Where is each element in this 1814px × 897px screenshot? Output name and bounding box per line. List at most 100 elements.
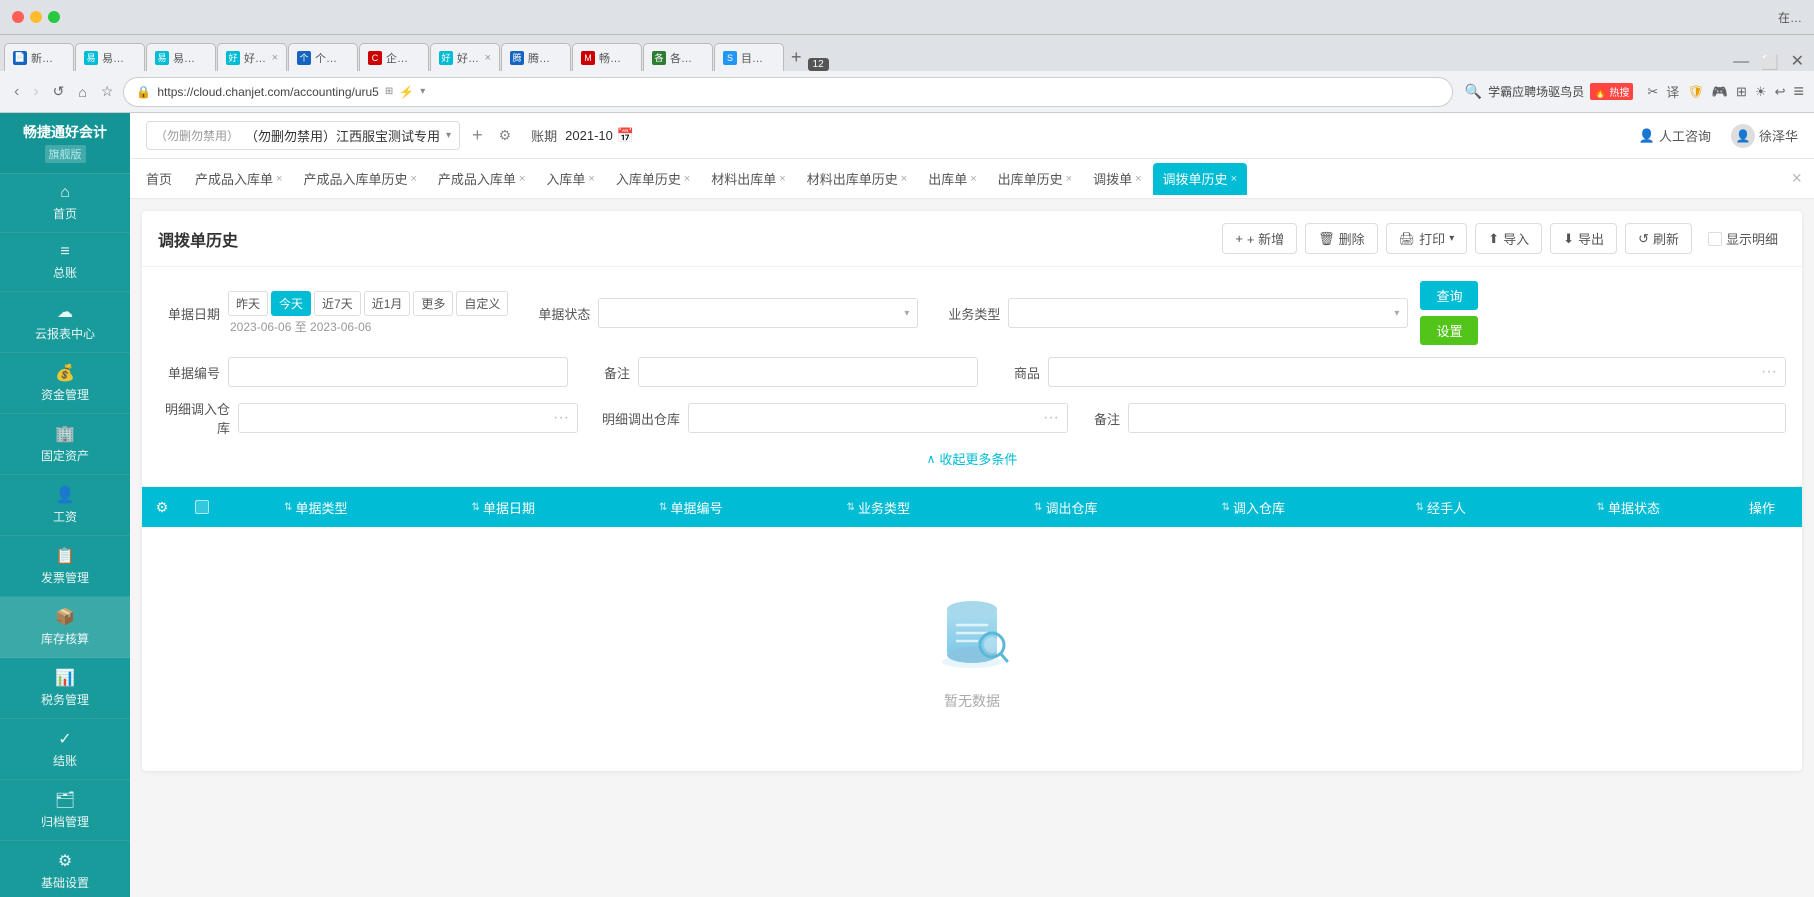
tab-material-out-history[interactable]: 材料出库单历史 ×	[797, 163, 917, 195]
th-doc-type[interactable]: ⇅ 单据类型	[222, 498, 410, 517]
sidebar-item-tax[interactable]: 📊 税务管理	[0, 658, 130, 719]
new-browser-tab-btn[interactable]: +	[785, 43, 808, 71]
refresh-btn[interactable]: ↺ 刷新	[1625, 223, 1692, 254]
display-cols-toggle[interactable]: 显示明细	[1700, 224, 1786, 253]
browser-tab-9[interactable]: M 畅…	[572, 43, 642, 71]
grid-btn[interactable]: ⊞	[1736, 84, 1747, 100]
sidebar-item-fund[interactable]: 💰 资金管理	[0, 353, 130, 414]
detail-in-field[interactable]: ···	[238, 403, 578, 433]
select-all-checkbox[interactable]	[195, 500, 209, 514]
sidebar-item-report[interactable]: ☁ 云报表中心	[0, 292, 130, 353]
tab-production-in[interactable]: 产成品入库单 ×	[185, 163, 292, 195]
tab-transfer-history-close[interactable]: ×	[1231, 173, 1237, 185]
search-btn[interactable]: 查询	[1420, 281, 1478, 310]
scissors-btn[interactable]: ✂	[1647, 84, 1658, 100]
date-yesterday-btn[interactable]: 昨天	[228, 291, 268, 316]
tab-transfer[interactable]: 调拨单 ×	[1083, 163, 1151, 195]
close-btn[interactable]: ✕	[1785, 51, 1810, 71]
address-field[interactable]: 🔒 https://cloud.chanjet.com/accounting/u…	[123, 77, 1452, 107]
collapse-filter-btn[interactable]: ∧ 收起更多条件	[915, 445, 1030, 472]
docno-input[interactable]	[228, 357, 568, 387]
home-nav-btn[interactable]: ⌂	[74, 82, 90, 102]
detail-out-field[interactable]: ···	[688, 403, 1068, 433]
tab-home[interactable]: 首页	[134, 163, 184, 195]
filter-settings-btn[interactable]: 设置	[1420, 316, 1478, 345]
tab-out-close[interactable]: ×	[970, 173, 976, 185]
tab-out-history-close[interactable]: ×	[1066, 173, 1072, 185]
th-settings[interactable]: ⚙	[142, 499, 182, 516]
tab-transfer-history[interactable]: 调拨单历史 ×	[1153, 163, 1247, 195]
th-out-warehouse[interactable]: ⇅ 调出仓库	[972, 498, 1160, 517]
sidebar-item-archive[interactable]: 🗂 归档管理	[0, 780, 130, 841]
forward-btn[interactable]: ›	[29, 81, 42, 103]
status-select[interactable]: ▾	[598, 298, 918, 328]
sidebar-item-invoice[interactable]: 📋 发票管理	[0, 536, 130, 597]
tab7-close[interactable]: ×	[485, 52, 491, 64]
tab-out-history[interactable]: 出库单历史 ×	[988, 163, 1082, 195]
tab-production-in-history-close[interactable]: ×	[410, 173, 416, 185]
tab-production-in-close[interactable]: ×	[276, 173, 282, 185]
browser-tab-2[interactable]: 易 易…	[75, 43, 145, 71]
th-checkbox[interactable]	[182, 500, 222, 514]
th-status[interactable]: ⇅ 单据状态	[1535, 498, 1723, 517]
add-company-btn[interactable]: +	[468, 125, 487, 146]
tab-in[interactable]: 入库单 ×	[536, 163, 604, 195]
translate-btn[interactable]: 译	[1666, 82, 1679, 101]
company-selector[interactable]: （勿删勿禁用） （勿删勿禁用）江西服宝测试专用 ▾	[146, 121, 460, 150]
goods-field[interactable]: ···	[1048, 357, 1786, 387]
reload-btn[interactable]: ↺	[49, 81, 69, 102]
browser-tab-4[interactable]: 好 好… ×	[217, 43, 287, 71]
th-in-warehouse[interactable]: ⇅ 调入仓库	[1160, 498, 1348, 517]
tab4-close[interactable]: ×	[272, 52, 278, 64]
remark-input[interactable]	[638, 357, 978, 387]
browser-tab-5[interactable]: 个 个…	[288, 43, 358, 71]
tab-production-in2[interactable]: 产成品入库单 ×	[428, 163, 535, 195]
minimize-window-btn[interactable]	[30, 11, 42, 23]
sidebar-item-asset[interactable]: 🏢 固定资产	[0, 414, 130, 475]
search-bar[interactable]: 🔍 学霸应聘场驱鸟员 🔥 热搜	[1465, 83, 1634, 100]
browser-tab-1[interactable]: 📄 新…	[4, 43, 74, 71]
tab-in-close[interactable]: ×	[588, 173, 594, 185]
tab-out[interactable]: 出库单 ×	[918, 163, 986, 195]
restore-btn[interactable]: ⬜	[1755, 54, 1784, 71]
browser-tab-11[interactable]: S 目…	[714, 43, 784, 71]
browser-tab-10[interactable]: 各 各…	[643, 43, 713, 71]
tab-material-out-history-close[interactable]: ×	[901, 173, 907, 185]
browser-tab-6[interactable]: C 企…	[359, 43, 429, 71]
tab-material-out-close[interactable]: ×	[779, 173, 785, 185]
new-btn[interactable]: + + 新增	[1222, 223, 1297, 254]
tab-material-out[interactable]: 材料出库单 ×	[701, 163, 795, 195]
sidebar-item-ledger[interactable]: ≡ 总账	[0, 233, 130, 292]
import-btn[interactable]: ⬆ 导入	[1475, 223, 1542, 254]
sidebar-logo[interactable]: 畅捷通好会计 旗舰版	[0, 113, 130, 174]
back-btn[interactable]: ‹	[10, 81, 23, 103]
tab-in-history[interactable]: 入库单历史 ×	[606, 163, 700, 195]
browser-tab-7[interactable]: 好 好… ×	[430, 43, 500, 71]
close-all-tabs-btn[interactable]: ×	[1783, 168, 1810, 189]
undo-btn[interactable]: ↩	[1775, 84, 1786, 100]
sidebar-item-inventory[interactable]: 📦 库存核算	[0, 597, 130, 658]
close-window-btn[interactable]	[12, 11, 24, 23]
export-btn[interactable]: ⬇ 导出	[1550, 223, 1617, 254]
th-biz-type[interactable]: ⇅ 业务类型	[785, 498, 973, 517]
sidebar-item-home[interactable]: ⌂ 首页	[0, 174, 130, 233]
tab-production-in-history[interactable]: 产成品入库单历史 ×	[293, 163, 426, 195]
delete-btn[interactable]: 🗑 删除	[1305, 223, 1378, 254]
th-handler[interactable]: ⇅ 经手人	[1347, 498, 1535, 517]
tab-transfer-close[interactable]: ×	[1135, 173, 1141, 185]
date-custom-btn[interactable]: 自定义	[456, 291, 508, 316]
th-doc-date[interactable]: ⇅ 单据日期	[410, 498, 598, 517]
support-link[interactable]: 👤 人工咨询	[1639, 126, 1711, 145]
period-value[interactable]: 2021-10 📅	[565, 127, 634, 144]
browser-tab-3[interactable]: 易 易…	[146, 43, 216, 71]
gamepad-btn[interactable]: 🎮	[1712, 84, 1728, 100]
tab-in-history-close[interactable]: ×	[684, 173, 690, 185]
menu-btn[interactable]: ≡	[1793, 81, 1804, 102]
sidebar-item-basic[interactable]: ⚙ 基础设置	[0, 841, 130, 897]
sidebar-item-settle[interactable]: ✓ 结账	[0, 719, 130, 780]
th-doc-no[interactable]: ⇅ 单据编号	[597, 498, 785, 517]
browser-tab-8[interactable]: 腾 腾…	[501, 43, 571, 71]
remark2-input[interactable]	[1128, 403, 1786, 433]
shield-btn[interactable]: 🛡	[1687, 84, 1704, 100]
biz-type-select[interactable]: ▾	[1008, 298, 1408, 328]
